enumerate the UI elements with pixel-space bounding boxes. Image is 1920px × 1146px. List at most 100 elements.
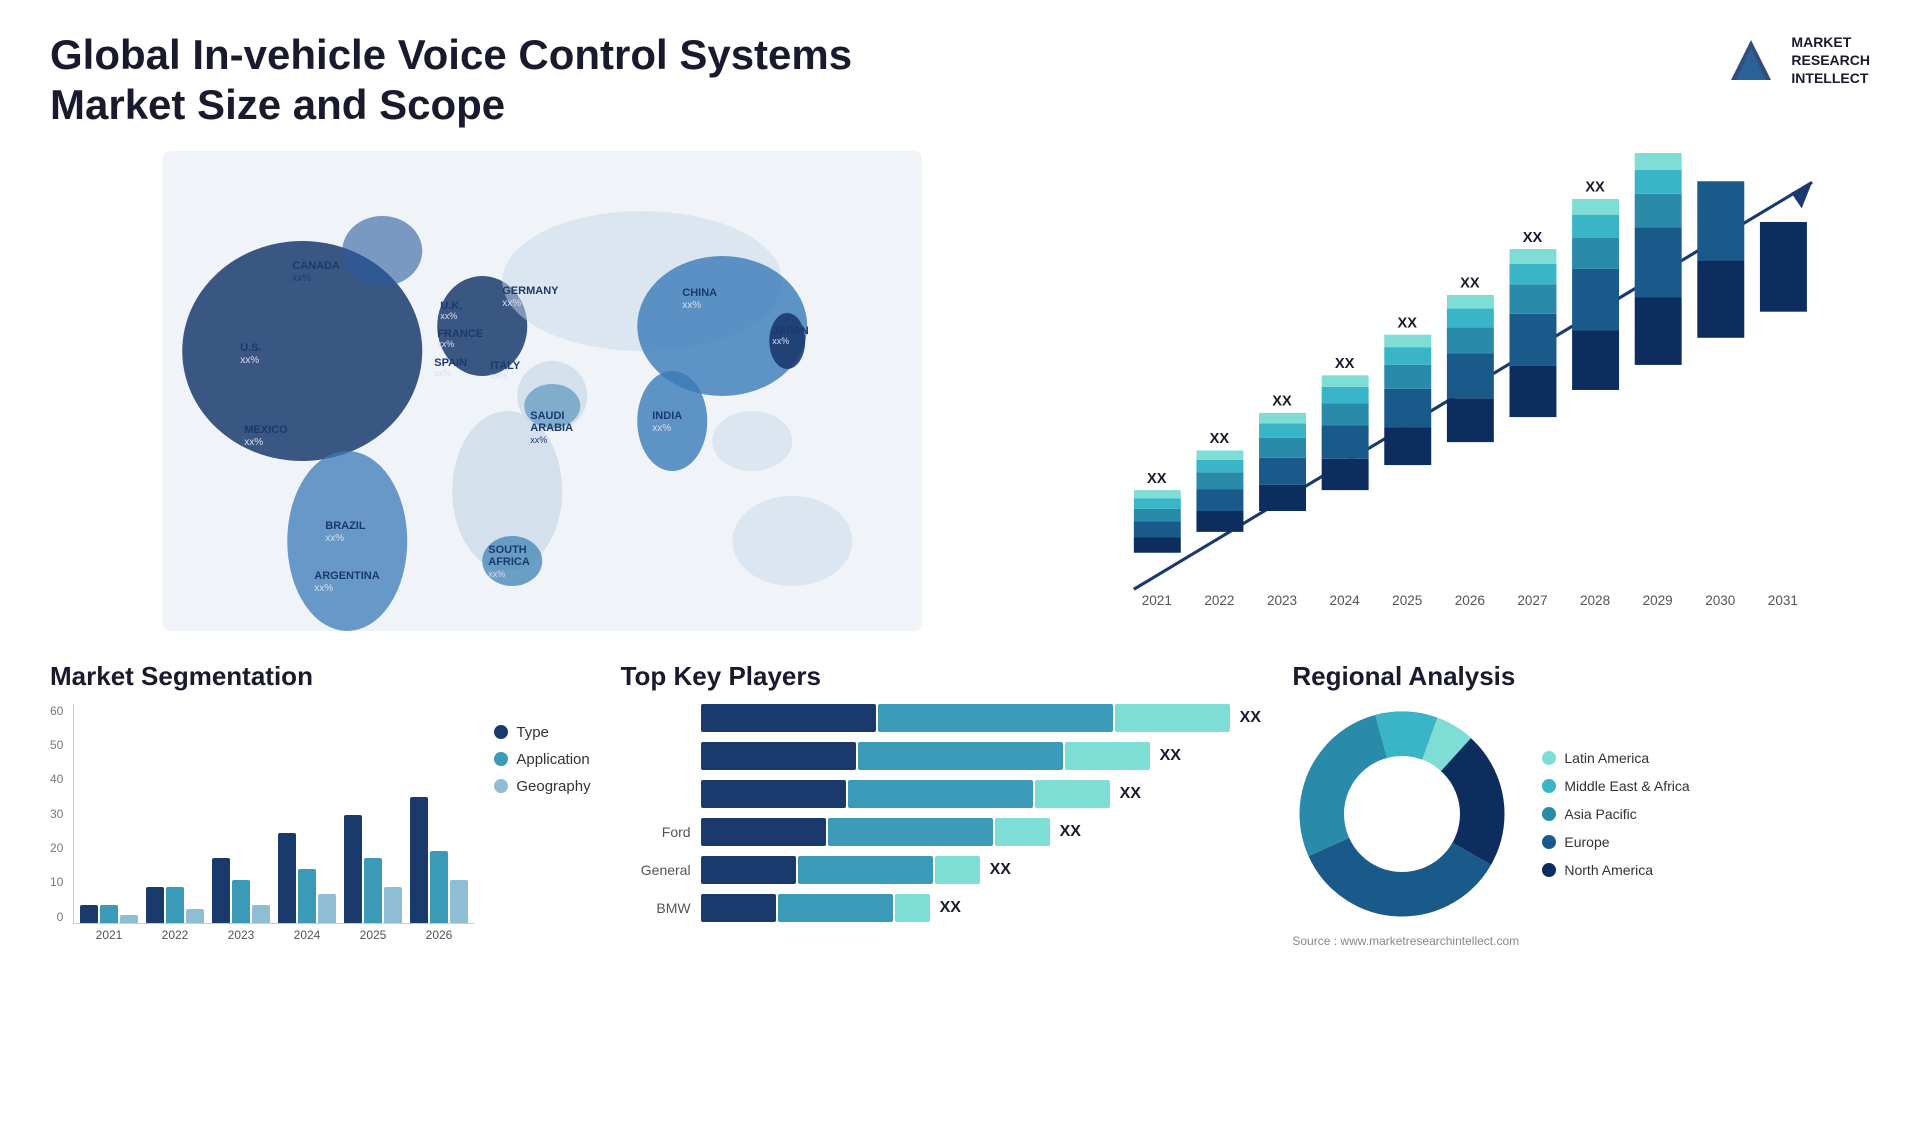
svg-text:xx%: xx% [325,533,344,544]
regional-legend-northamerica: North America [1542,862,1689,878]
player-bar-bmw-c [895,894,930,922]
player-name-bmw: BMW [621,900,691,916]
player-row-ford: Ford XX [621,818,1263,846]
svg-text:GERMANY: GERMANY [502,285,559,297]
svg-text:2024: 2024 [1329,593,1360,608]
top-section: CANADA xx% U.S. xx% MEXICO xx% BRAZIL xx… [50,151,1870,631]
seg-bar-type [410,797,428,923]
svg-text:2026: 2026 [1454,593,1484,608]
source-text: Source : www.marketresearchintellect.com [1292,934,1870,948]
svg-text:XX: XX [1585,179,1605,195]
regional-legend-asia: Asia Pacific [1542,806,1689,822]
latin-dot [1542,751,1556,765]
player-bar-3b [848,780,1033,808]
svg-text:XX: XX [1460,275,1480,291]
svg-text:2025: 2025 [1392,593,1422,608]
seg-legend-geography-label: Geography [516,778,590,795]
segmentation-section: Market Segmentation 60 50 40 30 20 10 0 [50,661,591,1116]
seg-legend-application-label: Application [516,751,589,768]
page-title: Global In-vehicle Voice Control Systems … [50,30,950,131]
mea-dot [1542,779,1556,793]
seg-legend: Type Application Geography [494,724,590,795]
seg-bar-app [232,880,250,923]
seg-bar-geo [252,905,270,923]
map-area: CANADA xx% U.S. xx% MEXICO xx% BRAZIL xx… [50,151,1035,631]
player-row-2: XX [621,742,1263,770]
player-bar-2b [858,742,1063,770]
regional-legend-europe-label: Europe [1564,834,1609,850]
svg-text:ARABIA: ARABIA [530,422,573,434]
player-row-1: XX [621,704,1263,732]
svg-text:xx%: xx% [502,298,521,309]
europe-dot [1542,835,1556,849]
seg-legend-type: Type [494,724,590,741]
regional-legend-europe: Europe [1542,834,1689,850]
svg-text:MEXICO: MEXICO [244,424,288,436]
seg-year-2024: 2024 [278,928,336,942]
player-name-general: General [621,862,691,878]
seg-year-2021: 2021 [80,928,138,942]
player-row-bmw: BMW XX [621,894,1263,922]
seg-year-2026: 2026 [410,928,468,942]
svg-text:XX: XX [1522,230,1542,246]
svg-text:xx%: xx% [437,339,454,349]
player-bar-1c [1115,704,1230,732]
seg-bar-app [430,851,448,923]
regional-legend-northamerica-label: North America [1564,862,1653,878]
seg-bar-group-2024 [278,833,336,923]
svg-text:xx%: xx% [652,423,671,434]
seg-bar-app [166,887,184,923]
player-value-bmw: XX [940,899,961,917]
svg-text:BRAZIL: BRAZIL [325,520,366,532]
svg-text:XX: XX [1147,471,1167,487]
players-chart: XX XX [621,704,1263,922]
svg-text:xx%: xx% [772,336,789,346]
regional-content: Latin America Middle East & Africa Asia … [1292,704,1870,924]
player-bar-general-b [798,856,933,884]
svg-text:xx%: xx% [682,300,701,311]
logo: MARKETRESEARCHINTELLECT [1721,30,1870,90]
svg-text:CHINA: CHINA [682,287,717,299]
player-value-general: XX [990,861,1011,879]
svg-text:XX: XX [1334,356,1354,372]
svg-text:XX: XX [1209,431,1229,447]
svg-text:2022: 2022 [1204,593,1234,608]
svg-text:SOUTH: SOUTH [488,544,527,556]
seg-bar-group-2022 [146,887,204,923]
svg-text:2027: 2027 [1517,593,1547,608]
svg-text:xx%: xx% [440,311,457,321]
regional-legend: Latin America Middle East & Africa Asia … [1542,750,1689,878]
regional-legend-mea: Middle East & Africa [1542,778,1689,794]
player-name-ford: Ford [621,824,691,840]
seg-legend-type-label: Type [516,724,549,741]
svg-text:INDIA: INDIA [652,410,682,422]
player-value-ford: XX [1060,823,1081,841]
segmentation-title: Market Segmentation [50,661,591,692]
seg-bar-app [100,905,118,923]
player-bar-general-a [701,856,796,884]
regional-legend-asia-label: Asia Pacific [1564,806,1636,822]
seg-bar-geo [186,909,204,923]
regional-title: Regional Analysis [1292,661,1870,692]
player-bar-ford-a [701,818,826,846]
seg-bar-geo [450,880,468,923]
svg-text:XX: XX [1397,315,1417,331]
svg-text:2021: 2021 [1141,593,1171,608]
asia-dot [1542,807,1556,821]
svg-text:CANADA: CANADA [292,260,340,272]
player-row-general: General XX [621,856,1263,884]
svg-text:2023: 2023 [1266,593,1296,608]
seg-bar-app [298,869,316,923]
svg-text:AFRICA: AFRICA [488,556,530,568]
world-map: CANADA xx% U.S. xx% MEXICO xx% BRAZIL xx… [50,151,1035,631]
players-section: Top Key Players XX [621,661,1263,1116]
seg-bar-app [364,858,382,923]
regional-legend-latin-label: Latin America [1564,750,1649,766]
geography-dot [494,779,508,793]
svg-text:2029: 2029 [1642,593,1672,608]
seg-bar-geo [120,915,138,923]
seg-bar-group-2025 [344,815,402,923]
player-bar-3c [1035,780,1110,808]
svg-text:xx%: xx% [488,569,505,579]
player-bars-ford [701,818,1050,846]
